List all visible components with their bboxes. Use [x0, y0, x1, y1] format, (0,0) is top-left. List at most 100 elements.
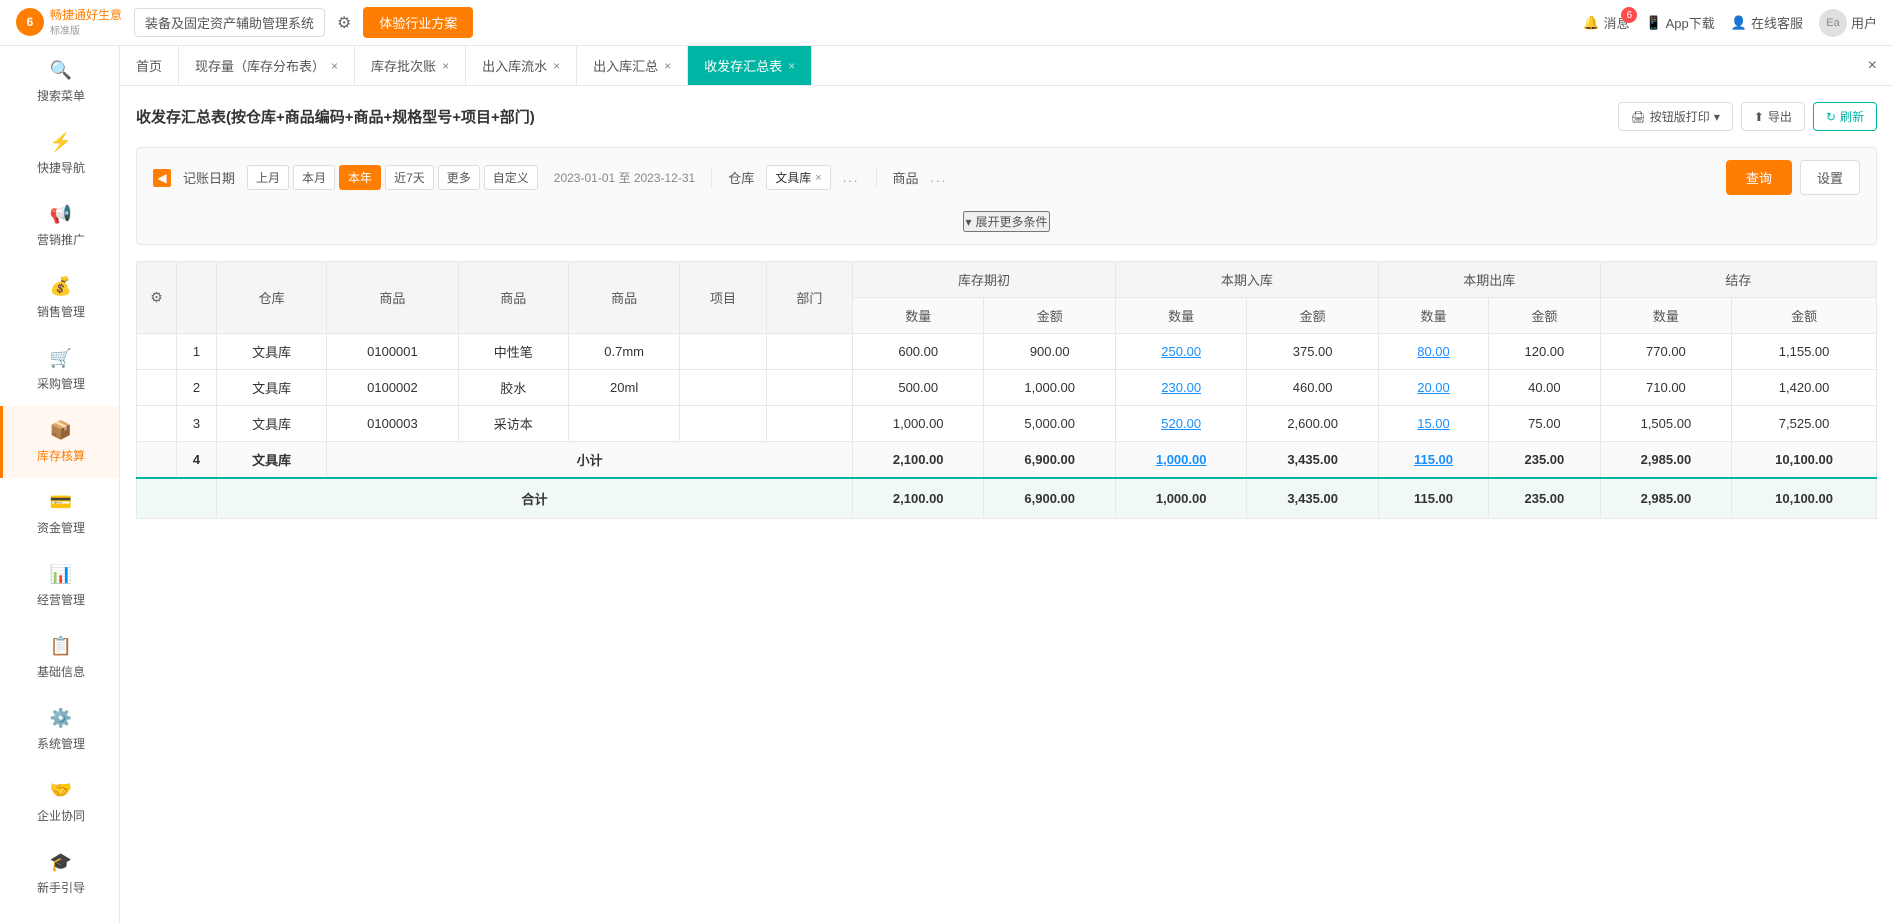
- sidebar-item-inventory[interactable]: 📦 库存核算: [0, 406, 119, 478]
- table-gear-icon[interactable]: ⚙: [150, 289, 163, 305]
- user-item[interactable]: Ea 用户: [1819, 9, 1877, 37]
- filter-settings-button[interactable]: 设置: [1800, 160, 1860, 195]
- tab-batch-close[interactable]: ×: [442, 59, 449, 73]
- curr-month-btn[interactable]: 本月: [293, 165, 335, 190]
- notification-item[interactable]: 🔔 消息 6: [1583, 13, 1629, 32]
- filter-divider: [711, 168, 712, 188]
- online-service-item[interactable]: 👤 在线客服: [1731, 13, 1803, 32]
- row-opening-qty: 1,000.00: [853, 406, 984, 442]
- table-footer: 合计 2,100.00 6,900.00 1,000.00 3,435.00 1…: [137, 478, 1877, 519]
- top-bar: 6 畅捷通好生意 标准版 装备及固定资产辅助管理系统 ⚙ 体验行业方案 🔔 消息…: [0, 0, 1893, 46]
- tab-home[interactable]: 首页: [120, 46, 179, 85]
- opening-amount-header: 金额: [984, 298, 1115, 334]
- tab-inout-summary-close[interactable]: ×: [664, 59, 671, 73]
- query-button[interactable]: 查询: [1726, 160, 1792, 195]
- row-goods-name: 胶水: [458, 370, 568, 406]
- row-department: [766, 406, 852, 442]
- bell-icon: 🔔: [1583, 15, 1599, 31]
- tab-bar-close-btn[interactable]: ×: [1852, 57, 1893, 75]
- sidebar-item-quick[interactable]: ⚡ 快捷导航: [0, 118, 119, 190]
- col-goods-name-header: 商品: [458, 262, 568, 334]
- app-download-label: App下载: [1666, 13, 1715, 32]
- row-out-qty[interactable]: 80.00: [1378, 334, 1488, 370]
- sidebar-item-purchase[interactable]: 🛒 采购管理: [0, 334, 119, 406]
- prev-month-btn[interactable]: 上月: [247, 165, 289, 190]
- service-icon: 👤: [1731, 15, 1747, 31]
- sidebar-item-search[interactable]: 🔍 搜索菜单: [0, 46, 119, 118]
- filter-toggle-btn[interactable]: ◀: [153, 169, 171, 187]
- sidebar-item-cooperation[interactable]: 🤝 企业协同: [0, 766, 119, 838]
- row-out-qty[interactable]: 20.00: [1378, 370, 1488, 406]
- goods-more-btn[interactable]: ...: [931, 170, 948, 185]
- sidebar-item-guide[interactable]: 🎓 新手引导: [0, 838, 119, 910]
- row-in-amount: 375.00: [1247, 334, 1378, 370]
- row-in-qty[interactable]: 230.00: [1115, 370, 1246, 406]
- try-button[interactable]: 体验行业方案: [363, 7, 473, 38]
- user-name: 用户: [1851, 13, 1877, 32]
- col-warehouse-header: 仓库: [217, 262, 327, 334]
- row-goods-code: 0100001: [327, 334, 459, 370]
- subtotal-opening-amount: 6,900.00: [984, 442, 1115, 479]
- data-table: ⚙ 仓库 商品 商品 商品 项目 部门 库存期初 本期入库: [136, 261, 1877, 519]
- operation-icon: 📊: [50, 564, 72, 585]
- table-container: ⚙ 仓库 商品 商品 商品 项目 部门 库存期初 本期入库: [136, 261, 1877, 519]
- row-project: [680, 370, 766, 406]
- row-balance-amount: 1,420.00: [1732, 370, 1877, 406]
- app-download-item[interactable]: 📱 App下载: [1645, 13, 1714, 32]
- row-in-qty[interactable]: 520.00: [1115, 406, 1246, 442]
- warehouse-label: 仓库: [728, 168, 754, 187]
- row-in-qty[interactable]: 250.00: [1115, 334, 1246, 370]
- row-index: 2: [177, 370, 217, 406]
- sidebar-label-sales: 销售管理: [37, 303, 85, 320]
- row-out-qty[interactable]: 15.00: [1378, 406, 1488, 442]
- balance-amount-header: 金额: [1732, 298, 1877, 334]
- goods-label: 商品: [893, 168, 919, 187]
- sales-icon: 💰: [50, 276, 72, 297]
- tab-recv-send[interactable]: 收发存汇总表 ×: [688, 46, 812, 85]
- row-settings: [137, 334, 177, 370]
- export-button[interactable]: ⬆ 导出: [1741, 102, 1805, 131]
- print-button[interactable]: 🖨 按钮版打印 ▾: [1618, 102, 1733, 131]
- subtotal-out-qty[interactable]: 115.00: [1378, 442, 1488, 479]
- warehouse-tag: 文具库 ×: [766, 165, 830, 190]
- warehouse-value: 文具库: [775, 169, 811, 186]
- row-goods-spec: 0.7mm: [568, 334, 680, 370]
- sidebar-item-system[interactable]: ⚙️ 系统管理: [0, 694, 119, 766]
- tab-recv-send-close[interactable]: ×: [788, 59, 795, 73]
- sidebar-item-sales[interactable]: 💰 销售管理: [0, 262, 119, 334]
- warehouse-more-btn[interactable]: ...: [843, 170, 860, 185]
- warehouse-tag-close[interactable]: ×: [815, 172, 821, 184]
- total-out-qty: 115.00: [1378, 478, 1488, 519]
- row-warehouse: 文具库: [217, 334, 327, 370]
- filter-area: ◀ 记账日期 上月 本月 本年 近7天 更多 自定义 2023-01-01 至 …: [136, 147, 1877, 245]
- curr-year-btn[interactable]: 本年: [339, 165, 381, 190]
- notification-badge: 6: [1621, 7, 1637, 23]
- sidebar-label-guide: 新手引导: [37, 879, 85, 896]
- system-name: 装备及固定资产辅助管理系统: [134, 8, 325, 37]
- refresh-button[interactable]: ↻ 刷新: [1813, 102, 1877, 131]
- col-in-header: 本期入库: [1115, 262, 1378, 298]
- col-project-header: 项目: [680, 262, 766, 334]
- tab-inout-summary[interactable]: 出入库汇总 ×: [577, 46, 688, 85]
- in-amount-header: 金额: [1247, 298, 1378, 334]
- more-date-btn[interactable]: 更多: [438, 165, 480, 190]
- tab-inout-flow-close[interactable]: ×: [553, 59, 560, 73]
- system-settings-icon[interactable]: ⚙: [337, 13, 351, 33]
- 7days-btn[interactable]: 近7天: [385, 165, 434, 190]
- tab-stock-dist[interactable]: 现存量（库存分布表） ×: [179, 46, 355, 85]
- sidebar-item-finance[interactable]: 💳 资金管理: [0, 478, 119, 550]
- purchase-icon: 🛒: [50, 348, 72, 369]
- row-settings: [137, 406, 177, 442]
- sidebar-item-operation[interactable]: 📊 经营管理: [0, 550, 119, 622]
- tab-stock-dist-close[interactable]: ×: [331, 59, 338, 73]
- sidebar-item-basic[interactable]: 📋 基础信息: [0, 622, 119, 694]
- tab-inout-flow[interactable]: 出入库流水 ×: [466, 46, 577, 85]
- total-in-amount: 3,435.00: [1247, 478, 1378, 519]
- guide-icon: 🎓: [50, 852, 72, 873]
- sidebar-item-marketing[interactable]: 📢 营销推广: [0, 190, 119, 262]
- row-opening-amount: 1,000.00: [984, 370, 1115, 406]
- subtotal-in-qty[interactable]: 1,000.00: [1115, 442, 1246, 479]
- expand-more-btn[interactable]: ▾ 展开更多条件: [963, 211, 1049, 232]
- tab-batch[interactable]: 库存批次账 ×: [355, 46, 466, 85]
- custom-date-btn[interactable]: 自定义: [484, 165, 538, 190]
